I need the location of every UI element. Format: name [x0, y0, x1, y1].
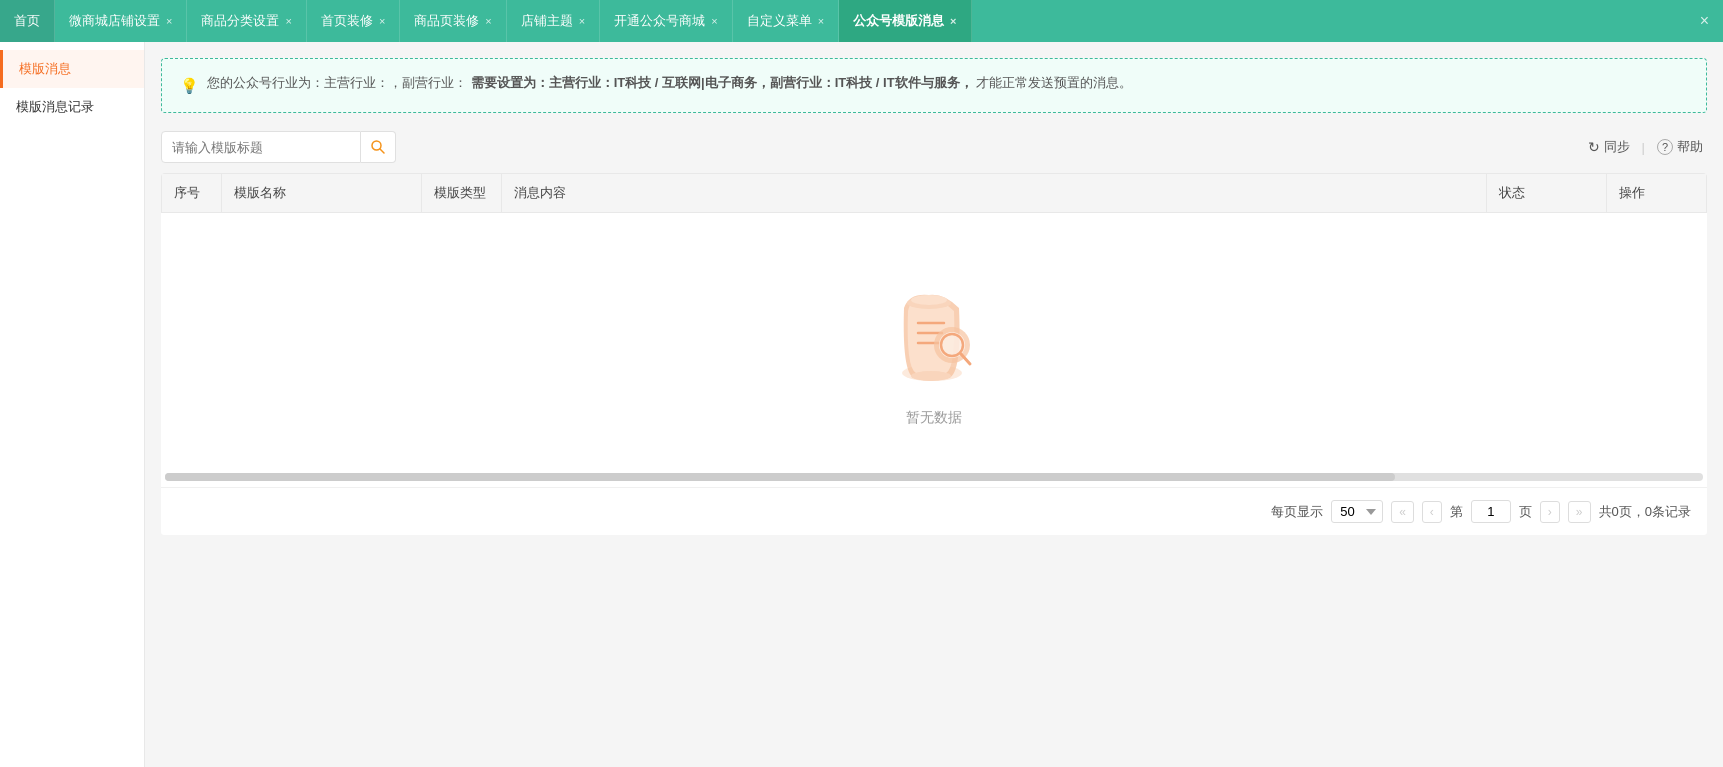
nav-tab-category-settings[interactable]: 商品分类设置 ×	[187, 0, 306, 42]
help-label: 帮助	[1677, 138, 1703, 156]
close-all-button[interactable]: ×	[1686, 12, 1723, 30]
sidebar-item-template-msg-label: 模版消息	[19, 61, 71, 76]
sync-button[interactable]: ↻ 同步	[1588, 138, 1630, 156]
search-input[interactable]	[161, 131, 361, 163]
svg-point-12	[911, 371, 951, 381]
help-button[interactable]: ? 帮助	[1657, 138, 1703, 156]
content-area: 💡 您的公众号行业为：主营行业：，副营行业： 需要设置为：主营行业：IT科技 /…	[145, 42, 1723, 767]
nav-tab-shop-settings-label: 微商城店铺设置	[69, 12, 160, 30]
scrollbar-thumb[interactable]	[165, 473, 1395, 481]
close-template-msg-icon[interactable]: ×	[950, 15, 956, 27]
col-status: 状态	[1487, 174, 1607, 213]
col-index: 序号	[162, 174, 222, 213]
pagination: 每页显示 50 10 20 100 « ‹ 第 页 › » 共0页，0条记录	[161, 487, 1707, 535]
search-button[interactable]	[361, 131, 396, 163]
notice-highlight: 需要设置为：主营行业：IT科技 / 互联网|电子商务，副营行业：IT科技 / I…	[471, 75, 973, 90]
col-type: 模版类型	[422, 174, 502, 213]
per-page-select[interactable]: 50 10 20 100	[1331, 500, 1383, 523]
col-actions: 操作	[1607, 174, 1707, 213]
toolbar-right: ↻ 同步 | ? 帮助	[1588, 138, 1707, 156]
per-page-label: 每页显示	[1271, 503, 1323, 521]
search-icon	[371, 140, 385, 154]
nav-tab-home[interactable]: 首页	[0, 0, 55, 42]
nav-tab-shop-theme-label: 店铺主题	[521, 12, 573, 30]
nav-tab-home-label: 首页	[14, 12, 40, 30]
close-home-decor-icon[interactable]: ×	[379, 15, 385, 27]
svg-point-11	[911, 295, 947, 305]
empty-illustration	[874, 273, 994, 393]
next-page-button[interactable]: ›	[1540, 501, 1560, 523]
notice-prefix: 您的公众号行业为：主营行业：，副营行业：	[207, 75, 467, 90]
empty-state: 暂无数据	[162, 213, 1707, 467]
sidebar-item-template-msg-record-label: 模版消息记录	[16, 99, 94, 114]
nav-tab-open-mall[interactable]: 开通公众号商城 ×	[600, 0, 732, 42]
help-icon: ?	[1657, 139, 1673, 155]
nav-tab-template-msg-label: 公众号模版消息	[853, 12, 944, 30]
nav-tab-template-msg[interactable]: 公众号模版消息 ×	[839, 0, 971, 42]
close-shop-theme-icon[interactable]: ×	[579, 15, 585, 27]
nav-tab-home-decor[interactable]: 首页装修 ×	[307, 0, 400, 42]
top-navigation: 首页 微商城店铺设置 × 商品分类设置 × 首页装修 × 商品页装修 × 店铺主…	[0, 0, 1723, 42]
bulb-icon: 💡	[180, 74, 199, 98]
horizontal-scrollbar[interactable]	[161, 467, 1707, 487]
table-header-row: 序号 模版名称 模版类型 消息内容 状态 操作	[162, 174, 1707, 213]
svg-line-1	[380, 149, 384, 153]
nav-tab-shop-theme[interactable]: 店铺主题 ×	[507, 0, 600, 42]
prev-page-button[interactable]: ‹	[1422, 501, 1442, 523]
data-table: 序号 模版名称 模版类型 消息内容 状态 操作	[161, 173, 1707, 467]
nav-tab-custom-menu-label: 自定义菜单	[747, 12, 812, 30]
nav-tab-open-mall-label: 开通公众号商城	[614, 12, 705, 30]
sidebar-item-template-msg[interactable]: 模版消息	[0, 50, 144, 88]
close-product-decor-icon[interactable]: ×	[485, 15, 491, 27]
nav-tab-custom-menu[interactable]: 自定义菜单 ×	[733, 0, 839, 42]
notice-suffix: 才能正常发送预置的消息。	[976, 75, 1132, 90]
nav-tab-product-decor-label: 商品页装修	[414, 12, 479, 30]
nav-tab-category-settings-label: 商品分类设置	[201, 12, 279, 30]
col-name: 模版名称	[222, 174, 422, 213]
search-area	[161, 131, 396, 163]
page-suffix: 页	[1519, 503, 1532, 521]
empty-text: 暂无数据	[906, 409, 962, 427]
close-shop-settings-icon[interactable]: ×	[166, 15, 172, 27]
col-content: 消息内容	[502, 174, 1487, 213]
current-page-input[interactable]	[1471, 500, 1511, 523]
nav-tab-shop-settings[interactable]: 微商城店铺设置 ×	[55, 0, 187, 42]
toolbar-divider: |	[1642, 140, 1645, 155]
empty-state-row: 暂无数据	[162, 213, 1707, 468]
total-info: 共0页，0条记录	[1599, 503, 1691, 521]
sidebar: 模版消息 模版消息记录	[0, 42, 145, 767]
scrollbar-track[interactable]	[165, 473, 1703, 481]
main-layout: 模版消息 模版消息记录 💡 您的公众号行业为：主营行业：，副营行业： 需要设置为…	[0, 42, 1723, 767]
first-page-button[interactable]: «	[1391, 501, 1414, 523]
notice-box: 💡 您的公众号行业为：主营行业：，副营行业： 需要设置为：主营行业：IT科技 /…	[161, 58, 1707, 113]
close-category-settings-icon[interactable]: ×	[285, 15, 291, 27]
notice-text: 您的公众号行业为：主营行业：，副营行业： 需要设置为：主营行业：IT科技 / 互…	[207, 73, 1132, 94]
data-table-wrap: 序号 模版名称 模版类型 消息内容 状态 操作	[161, 173, 1707, 535]
sync-icon: ↻	[1588, 139, 1600, 155]
sidebar-item-template-msg-record[interactable]: 模版消息记录	[0, 88, 144, 126]
last-page-button[interactable]: »	[1568, 501, 1591, 523]
close-open-mall-icon[interactable]: ×	[711, 15, 717, 27]
nav-tab-product-decor[interactable]: 商品页装修 ×	[400, 0, 506, 42]
sync-label: 同步	[1604, 138, 1630, 156]
nav-tab-home-decor-label: 首页装修	[321, 12, 373, 30]
close-custom-menu-icon[interactable]: ×	[818, 15, 824, 27]
page-prefix: 第	[1450, 503, 1463, 521]
